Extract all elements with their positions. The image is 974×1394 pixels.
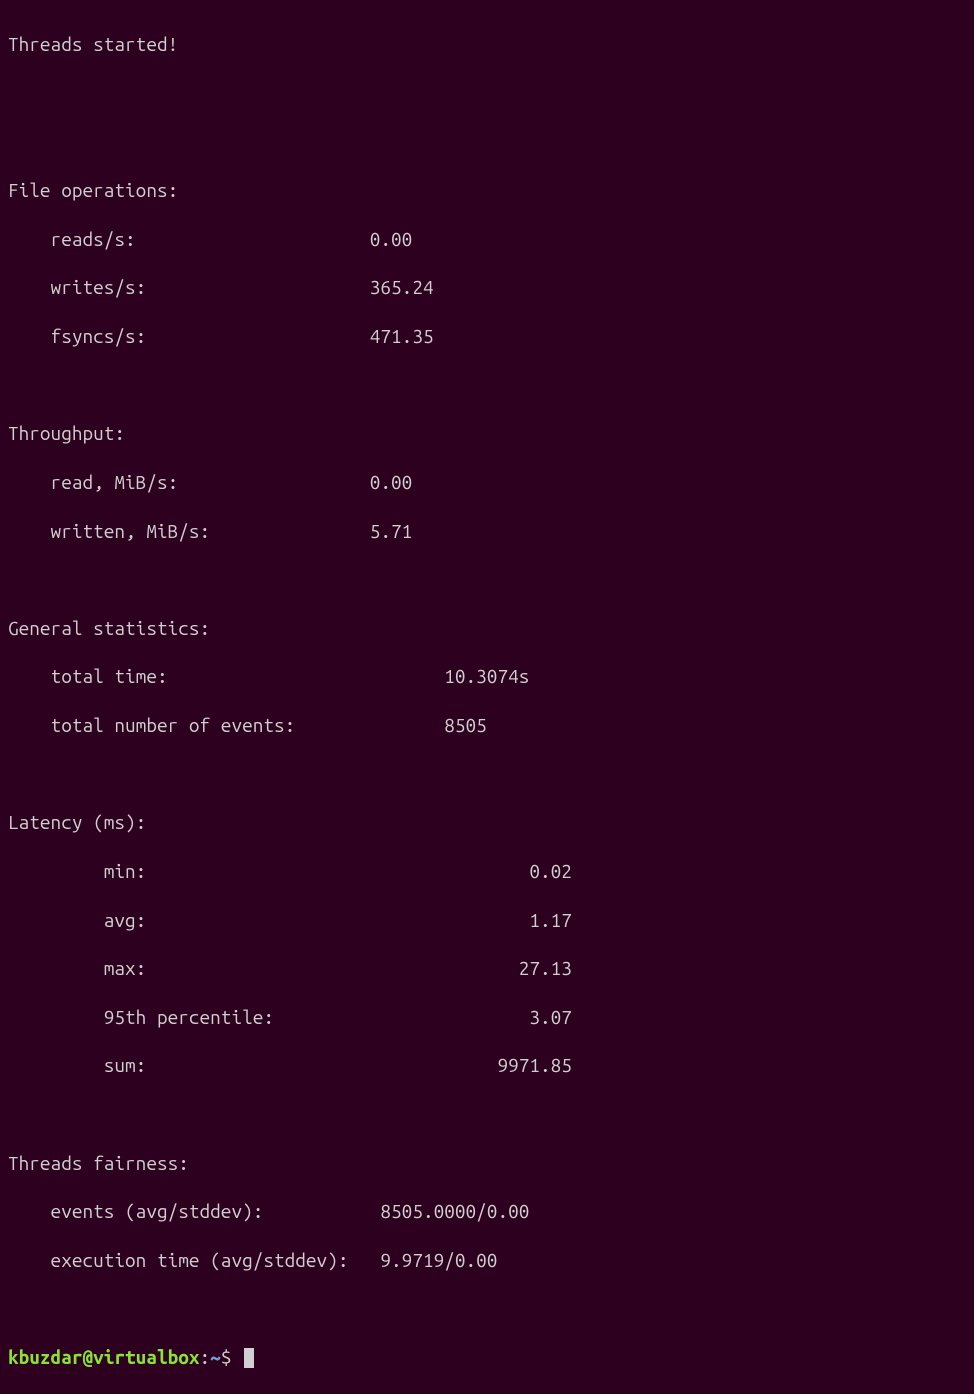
latency-p95-value: 3.07 <box>529 1006 572 1028</box>
prompt-path: ~ <box>210 1346 221 1368</box>
blank-line <box>8 81 966 105</box>
read-throughput-value: 0.00 <box>370 471 413 493</box>
total-time-label: total time: <box>8 665 444 687</box>
read-throughput-label: read, MiB/s: <box>8 471 370 493</box>
latency-p95-label: 95th percentile: <box>8 1006 529 1028</box>
latency-sum-row: sum: 9971.85 <box>8 1053 966 1077</box>
fsyncs-label: fsyncs/s: <box>8 325 370 347</box>
reads-label: reads/s: <box>8 228 370 250</box>
latency-avg-label: avg: <box>8 909 529 931</box>
fsyncs-value: 471.35 <box>370 325 434 347</box>
events-fairness-label: events (avg/stddev): <box>8 1200 380 1222</box>
terminal-output: Threads started! File operations: reads/… <box>8 8 966 1394</box>
latency-sum-value: 9971.85 <box>497 1054 571 1076</box>
total-time-row: total time: 10.3074s <box>8 664 966 688</box>
prompt-colon: : <box>200 1346 211 1368</box>
total-time-value: 10.3074s <box>444 665 529 687</box>
prompt-user: kbuzdar <box>8 1346 82 1368</box>
blank-line <box>8 762 966 786</box>
written-throughput-label: written, MiB/s: <box>8 520 370 542</box>
threads-fairness-header: Threads fairness: <box>8 1151 966 1175</box>
written-throughput-value: 5.71 <box>370 520 413 542</box>
reads-value: 0.00 <box>370 228 413 250</box>
prompt-line[interactable]: kbuzdar@virtualbox:~$ <box>8 1345 966 1369</box>
blank-line <box>8 1102 966 1126</box>
written-throughput-row: written, MiB/s: 5.71 <box>8 519 966 543</box>
latency-avg-value: 1.17 <box>529 909 572 931</box>
latency-max-value: 27.13 <box>519 957 572 979</box>
latency-min-row: min: 0.02 <box>8 859 966 883</box>
cursor-icon <box>244 1348 254 1368</box>
total-events-value: 8505 <box>444 714 487 736</box>
events-fairness-row: events (avg/stddev): 8505.0000/0.00 <box>8 1199 966 1223</box>
blank-line <box>8 1297 966 1321</box>
blank-line <box>8 373 966 397</box>
prompt-host: virtualbox <box>93 1346 199 1368</box>
general-statistics-header: General statistics: <box>8 616 966 640</box>
reads-row: reads/s: 0.00 <box>8 227 966 251</box>
file-operations-header: File operations: <box>8 178 966 202</box>
total-events-row: total number of events: 8505 <box>8 713 966 737</box>
latency-max-row: max: 27.13 <box>8 956 966 980</box>
latency-sum-label: sum: <box>8 1054 497 1076</box>
latency-header: Latency (ms): <box>8 810 966 834</box>
blank-line <box>8 567 966 591</box>
events-fairness-value: 8505.0000/0.00 <box>380 1200 529 1222</box>
writes-label: writes/s: <box>8 276 370 298</box>
prompt-dollar: $ <box>221 1346 242 1368</box>
read-throughput-row: read, MiB/s: 0.00 <box>8 470 966 494</box>
exec-fairness-label: execution time (avg/stddev): <box>8 1249 380 1271</box>
throughput-header: Throughput: <box>8 421 966 445</box>
threads-started-line: Threads started! <box>8 32 966 56</box>
total-events-label: total number of events: <box>8 714 444 736</box>
exec-fairness-value: 9.9719/0.00 <box>380 1249 497 1271</box>
latency-min-label: min: <box>8 860 529 882</box>
blank-line <box>8 130 966 154</box>
writes-value: 365.24 <box>370 276 434 298</box>
latency-p95-row: 95th percentile: 3.07 <box>8 1005 966 1029</box>
exec-fairness-row: execution time (avg/stddev): 9.9719/0.00 <box>8 1248 966 1272</box>
latency-avg-row: avg: 1.17 <box>8 908 966 932</box>
fsyncs-row: fsyncs/s: 471.35 <box>8 324 966 348</box>
latency-max-label: max: <box>8 957 519 979</box>
latency-min-value: 0.02 <box>529 860 572 882</box>
writes-row: writes/s: 365.24 <box>8 275 966 299</box>
prompt-at: @ <box>82 1346 93 1368</box>
